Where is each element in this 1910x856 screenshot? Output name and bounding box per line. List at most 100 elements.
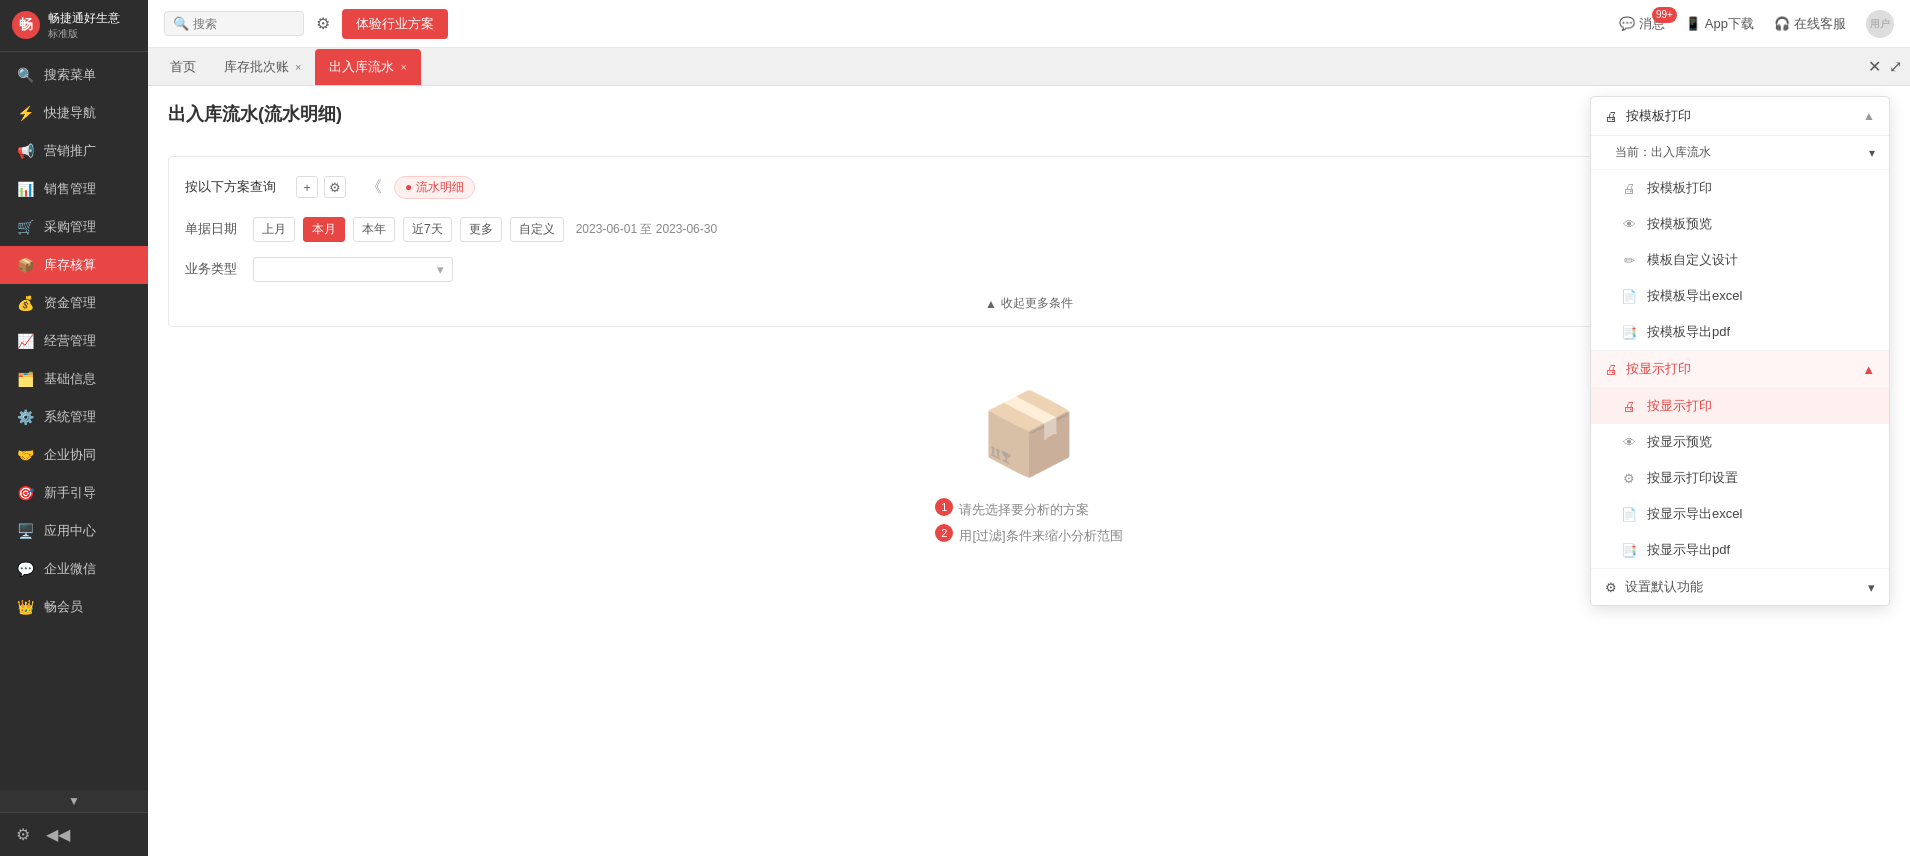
tag-label: 流水明细 — [416, 179, 464, 196]
sidebar-item-guide[interactable]: 🎯新手引导 — [0, 474, 148, 512]
dp-item-display-print[interactable]: 🖨 按显示打印 — [1591, 388, 1889, 424]
settings-icon[interactable]: ⚙ — [16, 825, 30, 844]
dp-current-label: 当前：出入库流水 — [1615, 144, 1711, 161]
message-badge: 99+ — [1652, 7, 1677, 23]
date-btn-last-month[interactable]: 上月 — [253, 217, 295, 242]
headset-icon: 🎧 — [1774, 16, 1790, 31]
sidebar-item-icon-basic: 🗂️ — [16, 371, 34, 387]
dp-item-display-preview[interactable]: 👁 按显示预览 — [1591, 424, 1889, 460]
dp-footer-icon: ⚙ — [1605, 580, 1617, 595]
date-btn-custom[interactable]: 自定义 — [510, 217, 564, 242]
filter-actions: + ⚙ — [296, 176, 346, 198]
sidebar-item-app-center[interactable]: 🖥️应用中心 — [0, 512, 148, 550]
sidebar-logo: 畅 畅捷通好生意 标准版 — [0, 0, 148, 52]
tab-home[interactable]: 首页 — [156, 49, 210, 85]
sidebar-item-search[interactable]: 🔍搜索菜单 — [0, 56, 148, 94]
tip-item-1: 1 请先选择要分析的方案 — [935, 497, 1122, 523]
sidebar-item-label-vip: 畅会员 — [44, 598, 83, 616]
online-service-btn[interactable]: 🎧 在线客服 — [1774, 15, 1846, 33]
dp-item-display-pdf[interactable]: 📑 按显示导出pdf — [1591, 532, 1889, 568]
date-btn-this-month[interactable]: 本月 — [303, 217, 345, 242]
dp-item-label: 按显示导出excel — [1647, 505, 1742, 523]
dp-item-template-excel[interactable]: 📄 按模板导出excel — [1591, 278, 1889, 314]
dp-item-display-settings[interactable]: ⚙ 按显示打印设置 — [1591, 460, 1889, 496]
dp-item-template-print[interactable]: 🖨 按模板打印 — [1591, 170, 1889, 206]
filter-tag-liushui: ● 流水明细 — [394, 176, 475, 199]
tab-batch-ledger-label: 库存批次账 — [224, 58, 289, 76]
dp-item-label: 按模板导出pdf — [1647, 323, 1730, 341]
dp-item-label: 按显示导出pdf — [1647, 541, 1730, 559]
dp-display-settings-icon: ⚙ — [1621, 471, 1637, 486]
collapse-sidebar-icon[interactable]: ◀◀ — [46, 825, 70, 844]
dp-current[interactable]: 当前：出入库流水 ▾ — [1591, 136, 1889, 170]
tab-stock-flow[interactable]: 出入库流水 × — [315, 49, 420, 85]
sidebar-item-label-inventory: 库存核算 — [44, 256, 96, 274]
industry-btn[interactable]: 体验行业方案 — [342, 9, 448, 39]
maximize-icon[interactable]: ⤢ — [1889, 57, 1902, 76]
dp-header[interactable]: 🖨 按模板打印 ▲ — [1591, 97, 1889, 136]
sidebar-item-purchase[interactable]: 🛒采购管理 — [0, 208, 148, 246]
sidebar-item-vip[interactable]: 👑畅会员 — [0, 588, 148, 626]
app-icon: 📱 — [1685, 16, 1701, 31]
dp-display-section[interactable]: 🖨 按显示打印 ▲ — [1591, 350, 1889, 388]
biztype-select[interactable]: ▾ — [253, 257, 453, 282]
tag-icon: ● — [405, 180, 412, 194]
topbar-right: 💬 消息 99+ 📱 App下载 🎧 在线客服 用户 — [1619, 10, 1894, 38]
filter-settings-btn[interactable]: ⚙ — [324, 176, 346, 198]
tabs-bar: 首页 库存批次账 × 出入库流水 × ✕ ⤢ — [148, 48, 1910, 86]
app-download-btn[interactable]: 📱 App下载 — [1685, 15, 1754, 33]
sidebar-item-label-quick-nav: 快捷导航 — [44, 104, 96, 122]
search-box[interactable]: 🔍 — [164, 11, 304, 36]
sidebar-item-label-marketing: 营销推广 — [44, 142, 96, 160]
sidebar-item-icon-guide: 🎯 — [16, 485, 34, 501]
message-btn[interactable]: 💬 消息 99+ — [1619, 15, 1665, 33]
dp-current-arrow: ▾ — [1869, 146, 1875, 160]
close-tab-icon[interactable]: ✕ — [1868, 57, 1881, 76]
dp-display-excel-icon: 📄 — [1621, 507, 1637, 522]
sidebar-item-wechat[interactable]: 💬企业微信 — [0, 550, 148, 588]
date-btn-7days[interactable]: 近7天 — [403, 217, 452, 242]
sidebar-item-operation[interactable]: 📈经营管理 — [0, 322, 148, 360]
sidebar-item-label-wechat: 企业微信 — [44, 560, 96, 578]
sidebar-item-sales[interactable]: 📊销售管理 — [0, 170, 148, 208]
dp-item-template-pdf[interactable]: 📑 按模板导出pdf — [1591, 314, 1889, 350]
add-filter-btn[interactable]: + — [296, 176, 318, 198]
sidebar-nav: 🔍搜索菜单 ⚡ 快捷导航 📢营销推广📊销售管理🛒采购管理 📦 库存核算 💰资金管理📈经营管理… — [0, 52, 148, 790]
date-btn-more[interactable]: 更多 — [460, 217, 502, 242]
dp-item-display-excel[interactable]: 📄 按显示导出excel — [1591, 496, 1889, 532]
sidebar-item-basic[interactable]: 🗂️基础信息 — [0, 360, 148, 398]
sidebar-item-icon-enterprise: 🤝 — [16, 447, 34, 463]
sidebar-item-label-enterprise: 企业协同 — [44, 446, 96, 464]
dp-item-excel-icon: 📄 — [1621, 289, 1637, 304]
tab-stock-flow-close[interactable]: × — [400, 61, 406, 73]
message-icon: 💬 — [1619, 16, 1635, 31]
sidebar-item-icon-operation: 📈 — [16, 333, 34, 349]
filter-collapse-btn[interactable]: 《 — [366, 177, 382, 198]
sidebar-item-marketing[interactable]: 📢营销推广 — [0, 132, 148, 170]
tab-batch-ledger-close[interactable]: × — [295, 61, 301, 73]
dp-footer-label: 设置默认功能 — [1625, 578, 1703, 596]
sidebar-item-quick-nav[interactable]: ⚡ 快捷导航 — [0, 94, 148, 132]
sidebar-item-enterprise[interactable]: 🤝 企业协同 — [0, 436, 148, 474]
search-input[interactable] — [193, 17, 293, 31]
collapse-btn[interactable]: ▲ 收起更多条件 — [985, 295, 1073, 312]
dp-footer[interactable]: ⚙ 设置默认功能 ▾ — [1591, 568, 1889, 605]
sidebar-item-icon-quick-nav: ⚡ — [16, 105, 34, 121]
biztype-label: 业务类型 — [185, 260, 241, 278]
dp-item-template-preview[interactable]: 👁 按模板预览 — [1591, 206, 1889, 242]
dp-item-custom-icon: ✏ — [1621, 253, 1637, 268]
dp-item-template-custom[interactable]: ✏ 模板自定义设计 — [1591, 242, 1889, 278]
tabs-right-actions: ✕ ⤢ — [1868, 57, 1902, 76]
sidebar-item-system[interactable]: ⚙️系统管理 — [0, 398, 148, 436]
dp-item-label: 按模板打印 — [1647, 179, 1712, 197]
avatar[interactable]: 用户 — [1866, 10, 1894, 38]
sidebar-item-finance[interactable]: 💰资金管理 — [0, 284, 148, 322]
settings-icon[interactable]: ⚙ — [316, 14, 330, 33]
sidebar-item-icon-inventory: 📦 — [16, 257, 34, 273]
online-service-label: 在线客服 — [1794, 15, 1846, 33]
tab-stock-flow-label: 出入库流水 — [329, 58, 394, 76]
dp-collapse-icon: ▲ — [1863, 109, 1875, 123]
tab-batch-ledger[interactable]: 库存批次账 × — [210, 49, 315, 85]
sidebar-item-inventory[interactable]: 📦 库存核算 — [0, 246, 148, 284]
date-btn-this-year[interactable]: 本年 — [353, 217, 395, 242]
